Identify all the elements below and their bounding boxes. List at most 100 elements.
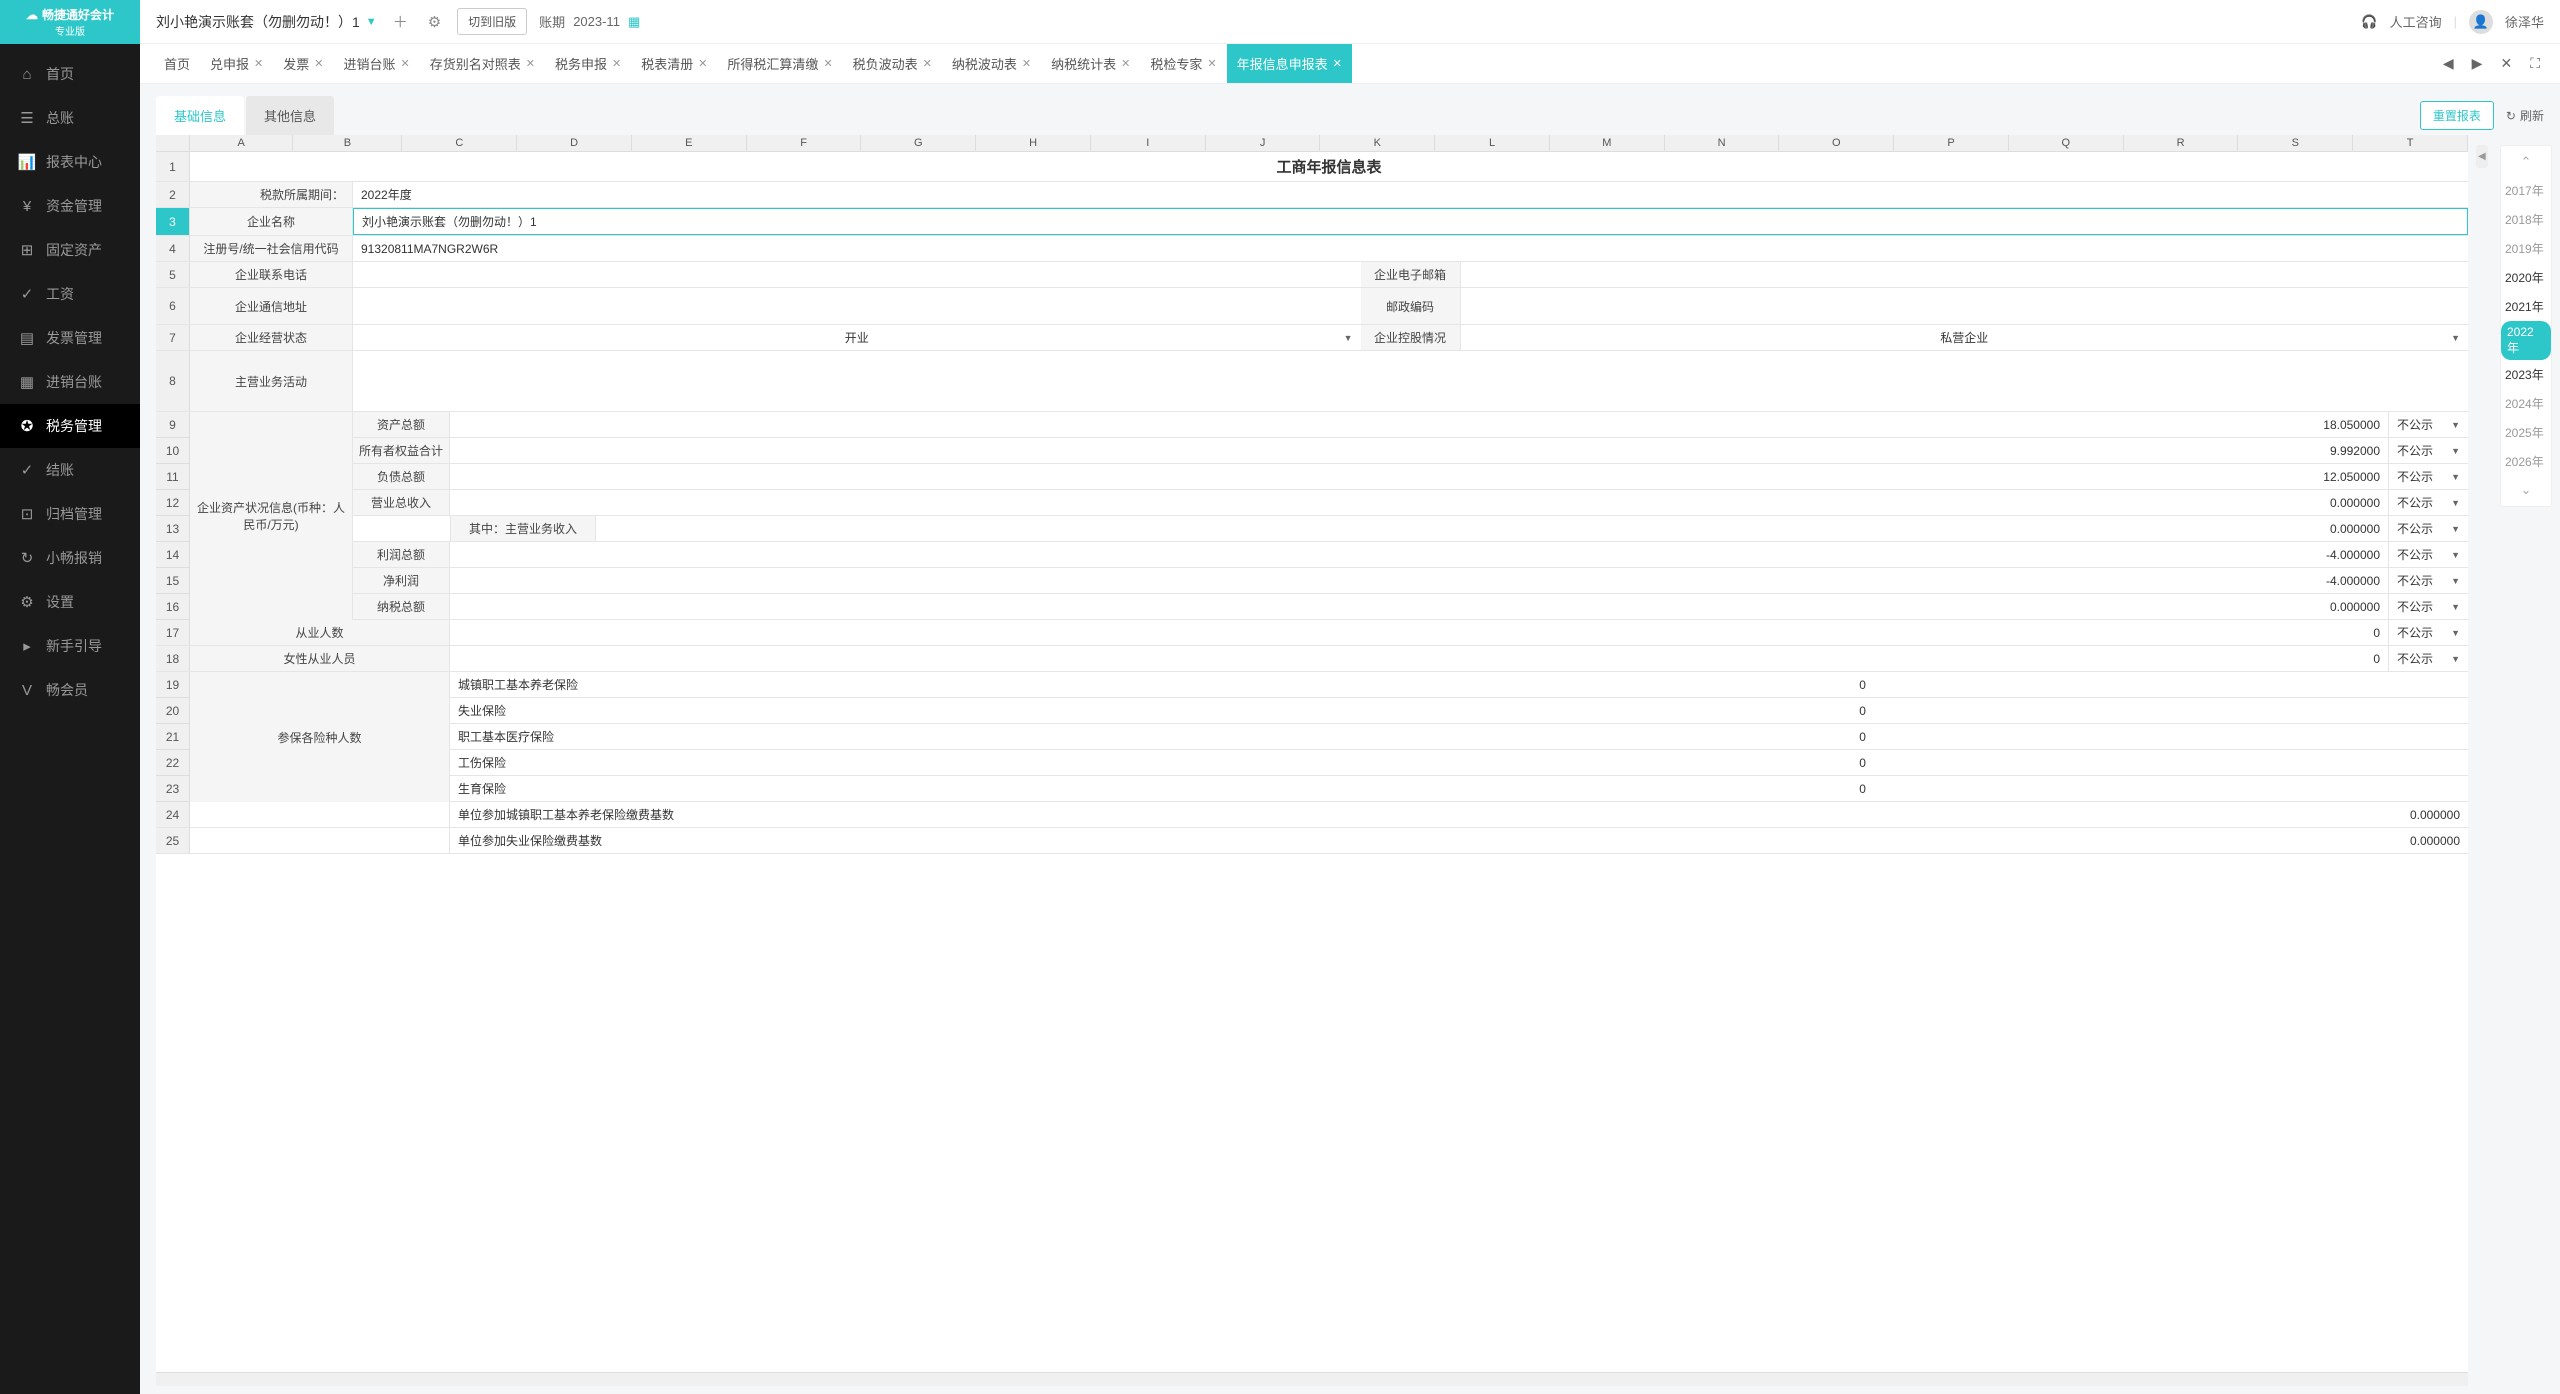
asset-value[interactable]: 9.992000 <box>450 438 2388 463</box>
gear-icon[interactable]: ⚙ <box>424 9 445 35</box>
sidebar-item-3[interactable]: ¥资金管理 <box>0 184 140 228</box>
year-item-2017年[interactable]: 2017年 <box>2501 176 2551 205</box>
row-number[interactable]: 12 <box>156 490 189 516</box>
sidebar-item-8[interactable]: ✪税务管理 <box>0 404 140 448</box>
year-up-icon[interactable]: ⌃ <box>2519 152 2534 172</box>
sidebar-item-5[interactable]: ✓工资 <box>0 272 140 316</box>
sidebar-item-6[interactable]: ▤发票管理 <box>0 316 140 360</box>
email-input[interactable] <box>1461 262 2469 287</box>
col-header-M[interactable]: M <box>1550 135 1665 151</box>
row-number[interactable]: 19 <box>156 672 189 698</box>
sidebar-item-2[interactable]: 📊报表中心 <box>0 140 140 184</box>
col-header-C[interactable]: C <box>402 135 517 151</box>
year-item-2022年[interactable]: 2022年 <box>2501 321 2551 360</box>
addr-input[interactable] <box>353 288 1361 324</box>
tab-3[interactable]: 进销台账✕ <box>333 44 419 84</box>
row-number[interactable]: 6 <box>156 288 190 324</box>
close-icon[interactable]: ✕ <box>526 57 535 70</box>
tab-9[interactable]: 纳税波动表✕ <box>942 44 1041 84</box>
consult-link[interactable]: 人工咨询 <box>2390 12 2442 31</box>
row-number[interactable]: 2 <box>156 182 190 207</box>
close-icon[interactable]: ✕ <box>314 57 323 70</box>
row-number[interactable]: 3 <box>156 208 190 235</box>
main-biz-input[interactable] <box>353 351 2468 411</box>
sub-tab-1[interactable]: 其他信息 <box>246 96 334 135</box>
col-header-N[interactable]: N <box>1665 135 1780 151</box>
sidebar-item-4[interactable]: ⊞固定资产 <box>0 228 140 272</box>
tabs-expand-icon[interactable]: ⛶ <box>2524 51 2546 76</box>
row-number[interactable]: 14 <box>156 542 189 568</box>
tab-10[interactable]: 纳税统计表✕ <box>1041 44 1140 84</box>
sidebar-item-11[interactable]: ↻小畅报销 <box>0 536 140 580</box>
asset-value[interactable]: -4.000000 <box>450 568 2388 593</box>
tab-8[interactable]: 税负波动表✕ <box>843 44 942 84</box>
company-name-input[interactable]: 刘小艳演示账套（勿删勿动！）1 <box>353 208 2468 235</box>
year-item-2024年[interactable]: 2024年 <box>2501 389 2551 418</box>
publish-select[interactable]: 不公示▼ <box>2388 464 2468 489</box>
col-header-K[interactable]: K <box>1320 135 1435 151</box>
year-down-icon[interactable]: ⌄ <box>2519 480 2534 500</box>
tab-1[interactable]: 兑申报✕ <box>200 44 273 84</box>
row-number[interactable]: 11 <box>156 464 189 490</box>
asset-value[interactable]: 18.050000 <box>450 412 2388 437</box>
publish-select[interactable]: 不公示▼ <box>2388 646 2468 671</box>
row-number[interactable]: 21 <box>156 724 189 750</box>
col-header-S[interactable]: S <box>2238 135 2353 151</box>
sidebar-item-0[interactable]: ⌂首页 <box>0 52 140 96</box>
asset-value[interactable]: 12.050000 <box>450 464 2388 489</box>
sidebar-item-7[interactable]: ▦进销台账 <box>0 360 140 404</box>
sidebar-item-1[interactable]: ☰总账 <box>0 96 140 140</box>
col-header-E[interactable]: E <box>632 135 747 151</box>
tab-12[interactable]: 年报信息申报表✕ <box>1227 44 1352 84</box>
select-all-corner[interactable] <box>156 135 190 151</box>
row-number[interactable]: 8 <box>156 351 190 411</box>
year-item-2023年[interactable]: 2023年 <box>2501 360 2551 389</box>
emp-value[interactable]: 0 <box>450 620 2388 645</box>
col-header-L[interactable]: L <box>1435 135 1550 151</box>
female-value[interactable]: 0 <box>450 646 2388 671</box>
row-number[interactable]: 4 <box>156 236 190 261</box>
col-header-P[interactable]: P <box>1894 135 2009 151</box>
publish-select[interactable]: 不公示▼ <box>2388 490 2468 515</box>
base-value[interactable]: 0.000000 <box>710 828 2468 853</box>
row-number[interactable]: 7 <box>156 325 190 350</box>
row-number[interactable]: 1 <box>156 152 190 181</box>
tab-4[interactable]: 存货别名对照表✕ <box>420 44 545 84</box>
refresh-button[interactable]: ↻ 刷新 <box>2506 107 2544 124</box>
tabs-close-icon[interactable]: ✕ <box>2494 51 2518 76</box>
row-number[interactable]: 5 <box>156 262 190 287</box>
sidebar-item-9[interactable]: ✓结账 <box>0 448 140 492</box>
period-value[interactable]: 2022年度 <box>353 182 2468 207</box>
sub-tab-0[interactable]: 基础信息 <box>156 96 244 135</box>
year-item-2021年[interactable]: 2021年 <box>2501 292 2551 321</box>
row-number[interactable]: 22 <box>156 750 189 776</box>
year-item-2026年[interactable]: 2026年 <box>2501 447 2551 476</box>
tab-11[interactable]: 税检专家✕ <box>1140 44 1226 84</box>
publish-select[interactable]: 不公示▼ <box>2388 620 2468 645</box>
close-icon[interactable]: ✕ <box>1022 57 1031 70</box>
close-icon[interactable]: ✕ <box>612 57 621 70</box>
status-select[interactable]: 开业▼ <box>353 325 1361 350</box>
col-header-T[interactable]: T <box>2353 135 2468 151</box>
close-icon[interactable]: ✕ <box>823 57 832 70</box>
base-value[interactable]: 0.000000 <box>710 802 2468 827</box>
ins-value[interactable]: 0 <box>1257 672 2468 697</box>
close-icon[interactable]: ✕ <box>254 57 263 70</box>
publish-select[interactable]: 不公示▼ <box>2388 516 2468 541</box>
account-selector[interactable]: 刘小艳演示账套（勿删勿动！）1 ▼ <box>156 12 377 32</box>
tab-7[interactable]: 所得税汇算清缴✕ <box>717 44 842 84</box>
col-header-A[interactable]: A <box>190 135 293 151</box>
row-number[interactable]: 24 <box>156 802 190 827</box>
ins-value[interactable]: 0 <box>1257 750 2468 775</box>
reset-report-button[interactable]: 重置报表 <box>2420 101 2494 130</box>
tab-5[interactable]: 税务申报✕ <box>545 44 631 84</box>
asset-value[interactable]: 0.000000 <box>450 594 2388 619</box>
col-header-D[interactable]: D <box>517 135 632 151</box>
add-icon[interactable]: ＋ <box>389 7 412 36</box>
row-number[interactable]: 9 <box>156 412 189 438</box>
close-icon[interactable]: ✕ <box>923 57 932 70</box>
tab-2[interactable]: 发票✕ <box>273 44 333 84</box>
col-header-H[interactable]: H <box>976 135 1091 151</box>
col-header-G[interactable]: G <box>861 135 976 151</box>
col-header-J[interactable]: J <box>1206 135 1321 151</box>
